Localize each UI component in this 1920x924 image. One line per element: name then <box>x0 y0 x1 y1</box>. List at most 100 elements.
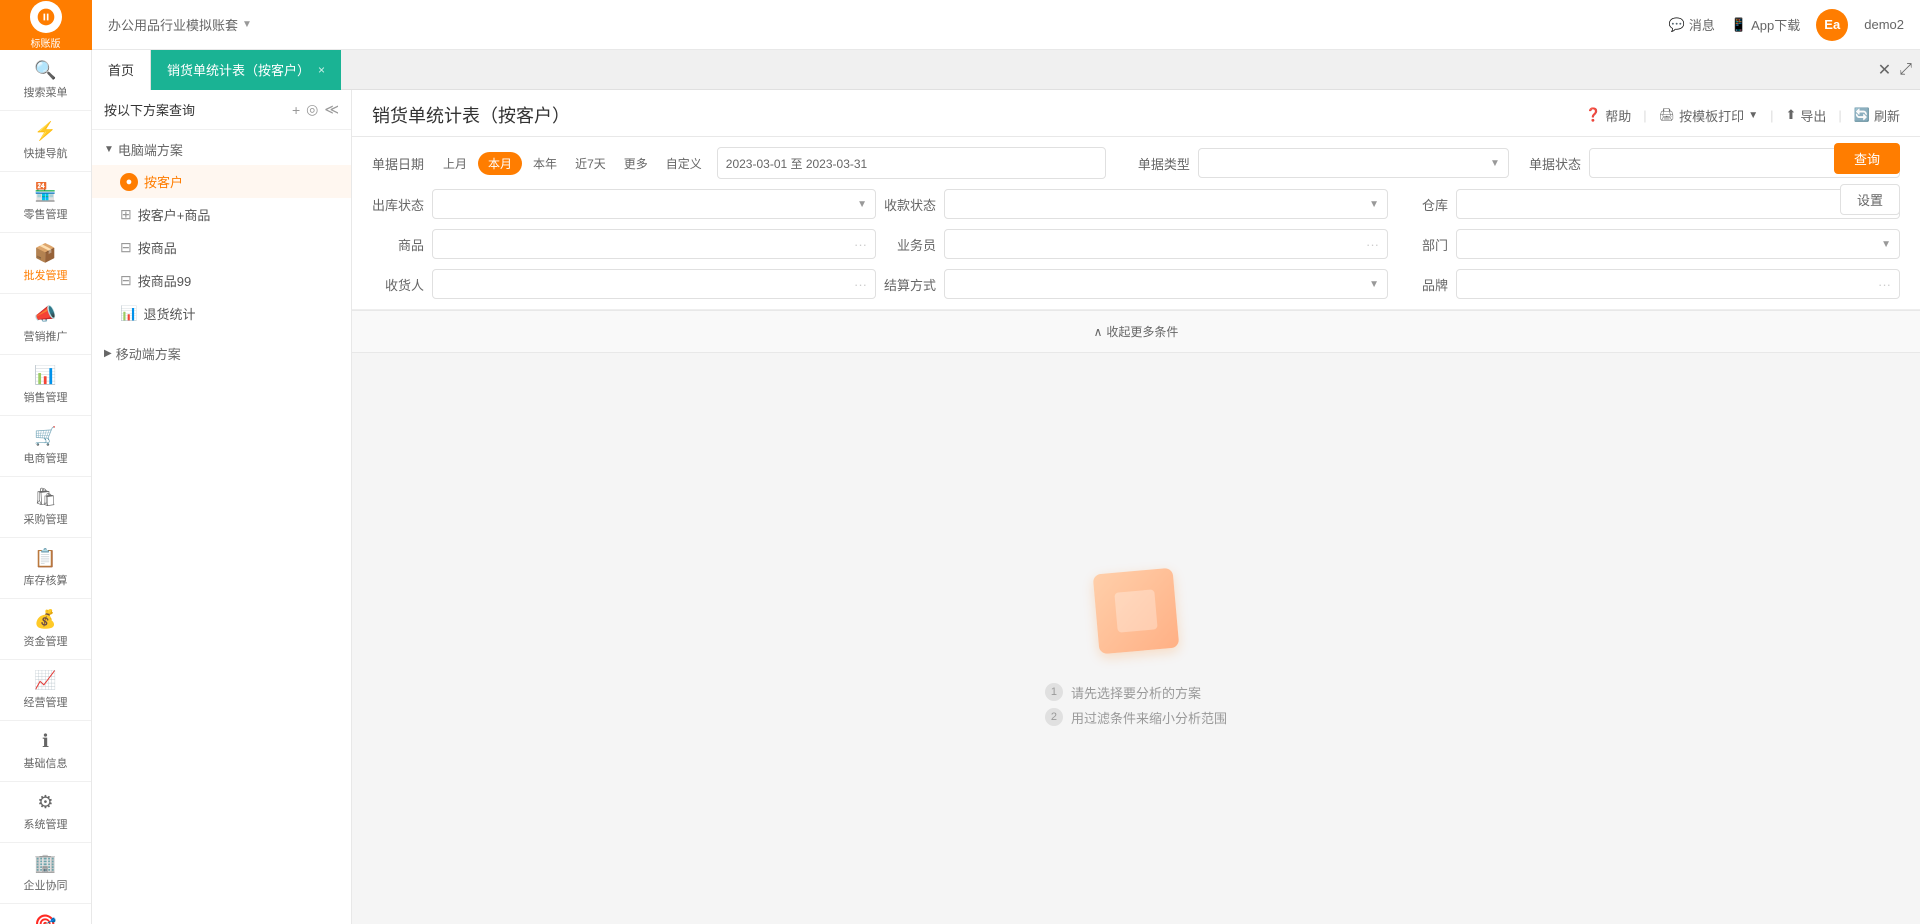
dept-control[interactable]: ▼ <box>1456 229 1900 259</box>
goods-dots: ··· <box>854 237 867 252</box>
mobile-group-header[interactable]: ▶ 移动端方案 <box>92 338 351 369</box>
refresh-label: 刷新 <box>1874 106 1900 125</box>
empty-illustration <box>1076 551 1196 671</box>
scheme-item-by-customer[interactable]: ● 按客户 <box>92 165 351 198</box>
scheme-mobile-group: ▶ 移动端方案 <box>92 334 351 373</box>
desktop-group-label: 电脑端方案 <box>118 140 183 159</box>
avatar[interactable]: Ea <box>1816 9 1848 41</box>
scheme-item-return-stats[interactable]: 📊 退货统计 <box>92 297 351 330</box>
empty-hint-1-text: 请先选择要分析的方案 <box>1071 683 1201 702</box>
out-status-control[interactable]: ▼ <box>432 189 876 219</box>
query-button[interactable]: 查询 <box>1834 143 1900 174</box>
filter-row-4: 收货人 ··· 结算方式 ▼ 品牌 <box>372 269 1900 299</box>
warehouse-label: 仓库 <box>1396 195 1448 214</box>
this-year-button[interactable]: 本年 <box>526 152 564 175</box>
out-status-group: 出库状态 ▼ <box>372 189 876 219</box>
by-customer-label: 按客户 <box>144 172 183 191</box>
custom-button[interactable]: 自定义 <box>659 152 709 175</box>
dept-label: 部门 <box>1396 235 1448 254</box>
tab-active[interactable]: 销货单统计表（按客户） × <box>151 50 341 90</box>
sidebar-item-operations[interactable]: 📈 经营管理 <box>0 660 91 721</box>
wholesale-icon: 📦 <box>34 243 56 264</box>
sidebar-item-enterprise[interactable]: 🏢 企业协同 <box>0 843 91 904</box>
page-title-bar: 销货单统计表（按客户） ❓ 帮助 | 🖨 按模板打印 ▼ | ⬆ <box>352 90 1920 137</box>
tab-home[interactable]: 首页 <box>92 50 151 90</box>
help-label: 帮助 <box>1605 106 1631 125</box>
doc-type-control[interactable]: ▼ <box>1198 148 1509 178</box>
sidebar-item-finance[interactable]: 💰 资金管理 <box>0 599 91 660</box>
doc-type-group: 单据类型 ▼ <box>1138 148 1509 178</box>
date-range-picker[interactable]: 2023-03-01 至 2023-03-31 <box>717 147 1106 179</box>
out-status-label: 出库状态 <box>372 195 424 214</box>
collect-status-control[interactable]: ▼ <box>944 189 1388 219</box>
sidebar-item-purchase[interactable]: 🛍 采购管理 <box>0 477 91 538</box>
window-close-button[interactable]: ✕ <box>1878 60 1891 80</box>
template-print-button[interactable]: 🖨 按模板打印 ▼ <box>1659 106 1758 125</box>
settings-scheme-button[interactable]: ◎ <box>306 101 318 118</box>
sidebar-item-newbie[interactable]: 🎯 新手引导 <box>0 904 91 924</box>
desktop-group-arrow: ▼ <box>104 144 114 155</box>
collapse-button[interactable]: ∧ 收起更多条件 <box>1094 317 1179 346</box>
window-expand-button[interactable]: ⤢ <box>1899 61 1912 79</box>
left-panel-title: 按以下方案查询 <box>104 100 195 119</box>
message-button[interactable]: 💬 消息 <box>1669 15 1715 34</box>
settlement-arrow: ▼ <box>1369 279 1379 290</box>
user-name[interactable]: demo2 <box>1864 17 1904 32</box>
sidebar-item-inventory[interactable]: 📋 库存核算 <box>0 538 91 599</box>
scheme-desktop-group: ▼ 电脑端方案 ● 按客户 ⊞ 按客户+商品 ⊟ 按商品 ⊟ 按商品99 <box>92 130 351 334</box>
app-selector[interactable]: 办公用品行业模拟账套 ▼ <box>108 15 252 34</box>
filter-row-3: 商品 ··· 业务员 ··· 部门 <box>372 229 1900 259</box>
tab-bar: 首页 销货单统计表（按客户） × ✕ ⤢ <box>92 50 1920 90</box>
settings-button[interactable]: 设置 <box>1840 184 1900 215</box>
app-download-button[interactable]: 📱 App下载 <box>1731 15 1800 34</box>
page-actions: ❓ 帮助 | 🖨 按模板打印 ▼ | ⬆ 导出 | <box>1585 106 1900 125</box>
by-goods-99-icon: ⊟ <box>120 272 132 289</box>
this-month-button[interactable]: 本月 <box>478 152 522 175</box>
sidebar-item-basic[interactable]: ℹ 基础信息 <box>0 721 91 782</box>
brand-control[interactable]: ··· <box>1456 269 1900 299</box>
empty-texts: 1 请先选择要分析的方案 2 用过滤条件来缩小分析范围 <box>1045 683 1227 727</box>
left-panel-header: 按以下方案查询 + ◎ ≪ <box>92 90 351 130</box>
sidebar-item-sales[interactable]: 📊 销售管理 <box>0 355 91 416</box>
collapse-panel-button[interactable]: ≪ <box>324 101 339 118</box>
header-left: 办公用品行业模拟账套 ▼ <box>108 15 252 34</box>
export-button[interactable]: ⬆ 导出 <box>1785 106 1826 125</box>
staff-control[interactable]: ··· <box>944 229 1388 259</box>
settlement-group: 结算方式 ▼ <box>884 269 1388 299</box>
empty-hint-2: 2 用过滤条件来缩小分析范围 <box>1045 708 1227 727</box>
mobile-group-label: 移动端方案 <box>116 344 181 363</box>
sidebar-item-quick-nav[interactable]: ⚡ 快捷导航 <box>0 111 91 172</box>
collapse-bar: ∧ 收起更多条件 <box>352 310 1920 353</box>
goods-control[interactable]: ··· <box>432 229 876 259</box>
tab-close-button[interactable]: × <box>318 63 325 77</box>
last7-button[interactable]: 近7天 <box>568 152 613 175</box>
sidebar-item-wholesale[interactable]: 📦 批发管理 <box>0 233 91 294</box>
sidebar-item-ecommerce[interactable]: 🛒 电商管理 <box>0 416 91 477</box>
help-button[interactable]: ❓ 帮助 <box>1585 106 1631 125</box>
scheme-item-by-goods-99[interactable]: ⊟ 按商品99 <box>92 264 351 297</box>
date-label: 单据日期 <box>372 154 424 173</box>
scheme-item-by-customer-goods[interactable]: ⊞ 按客户+商品 <box>92 198 351 231</box>
recipient-group: 收货人 ··· <box>372 269 876 299</box>
add-scheme-button[interactable]: + <box>292 102 300 118</box>
more-button[interactable]: 更多 <box>617 152 655 175</box>
prev-month-button[interactable]: 上月 <box>436 152 474 175</box>
newbie-icon: 🎯 <box>34 914 56 924</box>
staff-dots: ··· <box>1366 237 1379 252</box>
sidebar-item-marketing[interactable]: 📣 营销推广 <box>0 294 91 355</box>
sidebar-item-search[interactable]: 🔍 搜索菜单 <box>0 50 91 111</box>
sidebar-label-retail: 零售管理 <box>24 206 68 222</box>
sidebar-item-retail[interactable]: 🏪 零售管理 <box>0 172 91 233</box>
recipient-dots: ··· <box>854 277 867 292</box>
settlement-control[interactable]: ▼ <box>944 269 1388 299</box>
goods-group: 商品 ··· <box>372 229 876 259</box>
export-label: 导出 <box>1800 106 1826 125</box>
inventory-icon: 📋 <box>34 548 56 569</box>
desktop-group-header[interactable]: ▼ 电脑端方案 <box>92 134 351 165</box>
staff-label: 业务员 <box>884 235 936 254</box>
refresh-button[interactable]: 🔄 刷新 <box>1854 106 1900 125</box>
sidebar-label-purchase: 采购管理 <box>24 511 68 527</box>
scheme-item-by-goods[interactable]: ⊟ 按商品 <box>92 231 351 264</box>
recipient-control[interactable]: ··· <box>432 269 876 299</box>
sidebar-item-system[interactable]: ⚙ 系统管理 <box>0 782 91 843</box>
